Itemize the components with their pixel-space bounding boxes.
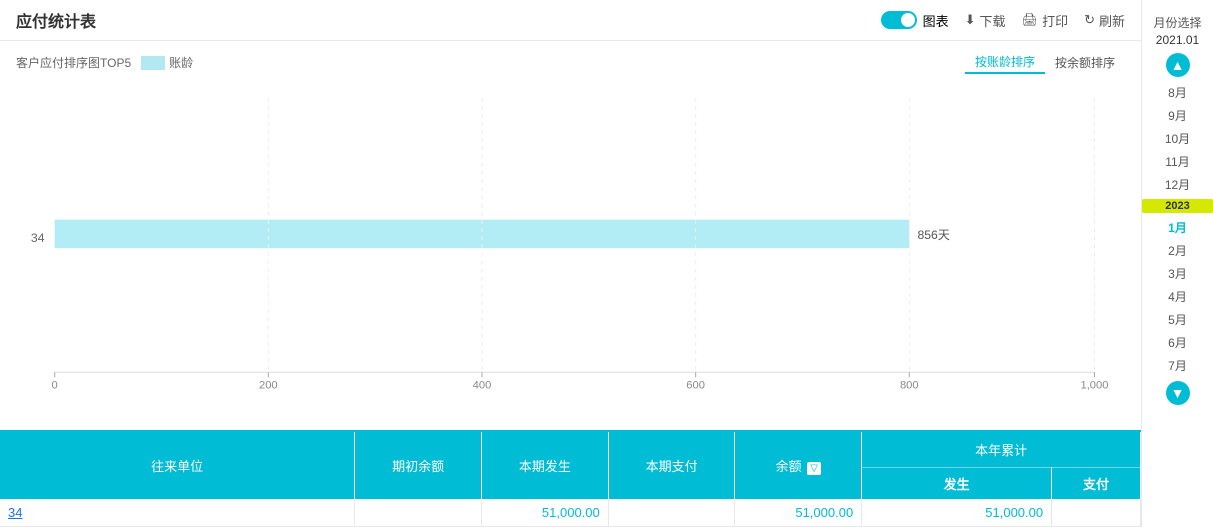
sidebar-month-8[interactable]: 8月 xyxy=(1142,81,1213,104)
download-button[interactable]: ⬇ 下载 xyxy=(965,11,1006,30)
col-header-opening: 期初余额 xyxy=(355,432,482,499)
sort-by-days-button[interactable]: 按账龄排序 xyxy=(965,51,1045,74)
legend-item: 账龄 xyxy=(169,54,193,71)
svg-text:0: 0 xyxy=(52,380,58,392)
page-title: 应付统计表 xyxy=(16,8,96,32)
col-header-ytd-group: 本年累计 xyxy=(862,432,1141,468)
cell-pay xyxy=(608,499,735,527)
chart-toggle-group: 图表 xyxy=(881,11,949,30)
sidebar-month-11[interactable]: 11月 xyxy=(1142,150,1213,173)
cell-occur: 51,000.00 xyxy=(482,499,609,527)
svg-text:800: 800 xyxy=(900,380,919,392)
chart-legend-label: 客户应付排序图TOP5 xyxy=(16,54,131,71)
col-subheader-ytd-occur: 发生 xyxy=(862,468,1052,500)
sidebar-down-arrow[interactable]: ▼ xyxy=(1166,381,1190,405)
print-label: 打印 xyxy=(1042,11,1068,30)
cell-opening xyxy=(355,499,482,527)
sidebar-up-arrow[interactable]: ▲ xyxy=(1166,53,1190,77)
print-button[interactable]: 🖨 打印 xyxy=(1022,11,1069,30)
sidebar-month-2[interactable]: 2月 xyxy=(1142,239,1213,262)
sidebar-month-6[interactable]: 6月 xyxy=(1142,331,1213,354)
bar-rect xyxy=(55,220,910,248)
sort-buttons: 按账龄排序 按余额排序 xyxy=(965,51,1125,74)
header-actions: 图表 ⬇ 下载 🖨 打印 ↻ 刷新 xyxy=(881,11,1125,30)
col-subheader-ytd-pay: 支付 xyxy=(1052,468,1141,500)
sidebar-month-5[interactable]: 5月 xyxy=(1142,308,1213,331)
col-header-vendor: 往来单位 xyxy=(0,432,355,499)
sidebar-current-date: 2021.01 xyxy=(1156,33,1199,47)
sidebar-month-10[interactable]: 10月 xyxy=(1142,127,1213,150)
data-table: 往来单位 期初余额 本期发生 本期支付 余额 ▽ 本年累计 发生 支付 xyxy=(0,432,1141,527)
sidebar-month-12[interactable]: 12月 xyxy=(1142,173,1213,196)
svg-text:200: 200 xyxy=(259,380,278,392)
cell-balance: 51,000.00 xyxy=(735,499,862,527)
sidebar-month-1[interactable]: 1月 xyxy=(1142,216,1213,239)
table-header-row: 往来单位 期初余额 本期发生 本期支付 余额 ▽ 本年累计 xyxy=(0,432,1141,468)
legend-color-box xyxy=(141,56,165,70)
page-header: 应付统计表 图表 ⬇ 下载 🖨 打印 ↻ 刷新 xyxy=(0,0,1141,41)
bar-chart-svg: 34 856天 0 200 400 600 xyxy=(16,80,1125,400)
sidebar-month-9[interactable]: 9月 xyxy=(1142,104,1213,127)
refresh-label: 刷新 xyxy=(1099,11,1125,30)
col-header-pay: 本期支付 xyxy=(608,432,735,499)
chart-toggle[interactable] xyxy=(881,11,917,29)
days-label: 856天 xyxy=(917,228,950,242)
cell-ytd-occur: 51,000.00 xyxy=(862,499,1052,527)
sidebar-month-3[interactable]: 3月 xyxy=(1142,262,1213,285)
download-label: 下载 xyxy=(980,11,1006,30)
y-label: 34 xyxy=(31,231,45,245)
col-header-occur: 本期发生 xyxy=(482,432,609,499)
toggle-label: 图表 xyxy=(923,11,949,30)
download-icon: ⬇ xyxy=(965,12,976,28)
data-table-container: 往来单位 期初余额 本期发生 本期支付 余额 ▽ 本年累计 发生 支付 xyxy=(0,430,1141,527)
chart-section: 客户应付排序图TOP5 账龄 按账龄排序 按余额排序 34 xyxy=(0,41,1141,410)
svg-text:1,000: 1,000 xyxy=(1080,380,1108,392)
vendor-link[interactable]: 34 xyxy=(8,505,22,520)
sidebar-month-7[interactable]: 7月 xyxy=(1142,354,1213,377)
svg-text:600: 600 xyxy=(686,380,705,392)
refresh-icon: ↻ xyxy=(1084,12,1095,28)
month-sidebar: 月份选择 2021.01 ▲ 8月 9月 10月 11月 12月 2023 1月… xyxy=(1141,0,1213,527)
print-icon: 🖨 xyxy=(1022,12,1039,28)
chart-area: 34 856天 0 200 400 600 xyxy=(16,80,1125,400)
col-header-balance: 余额 ▽ xyxy=(735,432,862,499)
sidebar-year-badge: 2023 xyxy=(1142,199,1213,213)
cell-vendor: 34 xyxy=(0,499,355,527)
cell-ytd-pay xyxy=(1052,499,1141,527)
svg-text:400: 400 xyxy=(473,380,492,392)
refresh-button[interactable]: ↻ 刷新 xyxy=(1084,11,1125,30)
table-row: 34 51,000.00 51,000.00 51,000.00 xyxy=(0,499,1141,527)
sidebar-header-label: 月份选择 xyxy=(1153,14,1201,31)
sort-by-amount-button[interactable]: 按余额排序 xyxy=(1045,51,1125,74)
sidebar-month-4[interactable]: 4月 xyxy=(1142,285,1213,308)
balance-filter-icon[interactable]: ▽ xyxy=(807,462,821,475)
